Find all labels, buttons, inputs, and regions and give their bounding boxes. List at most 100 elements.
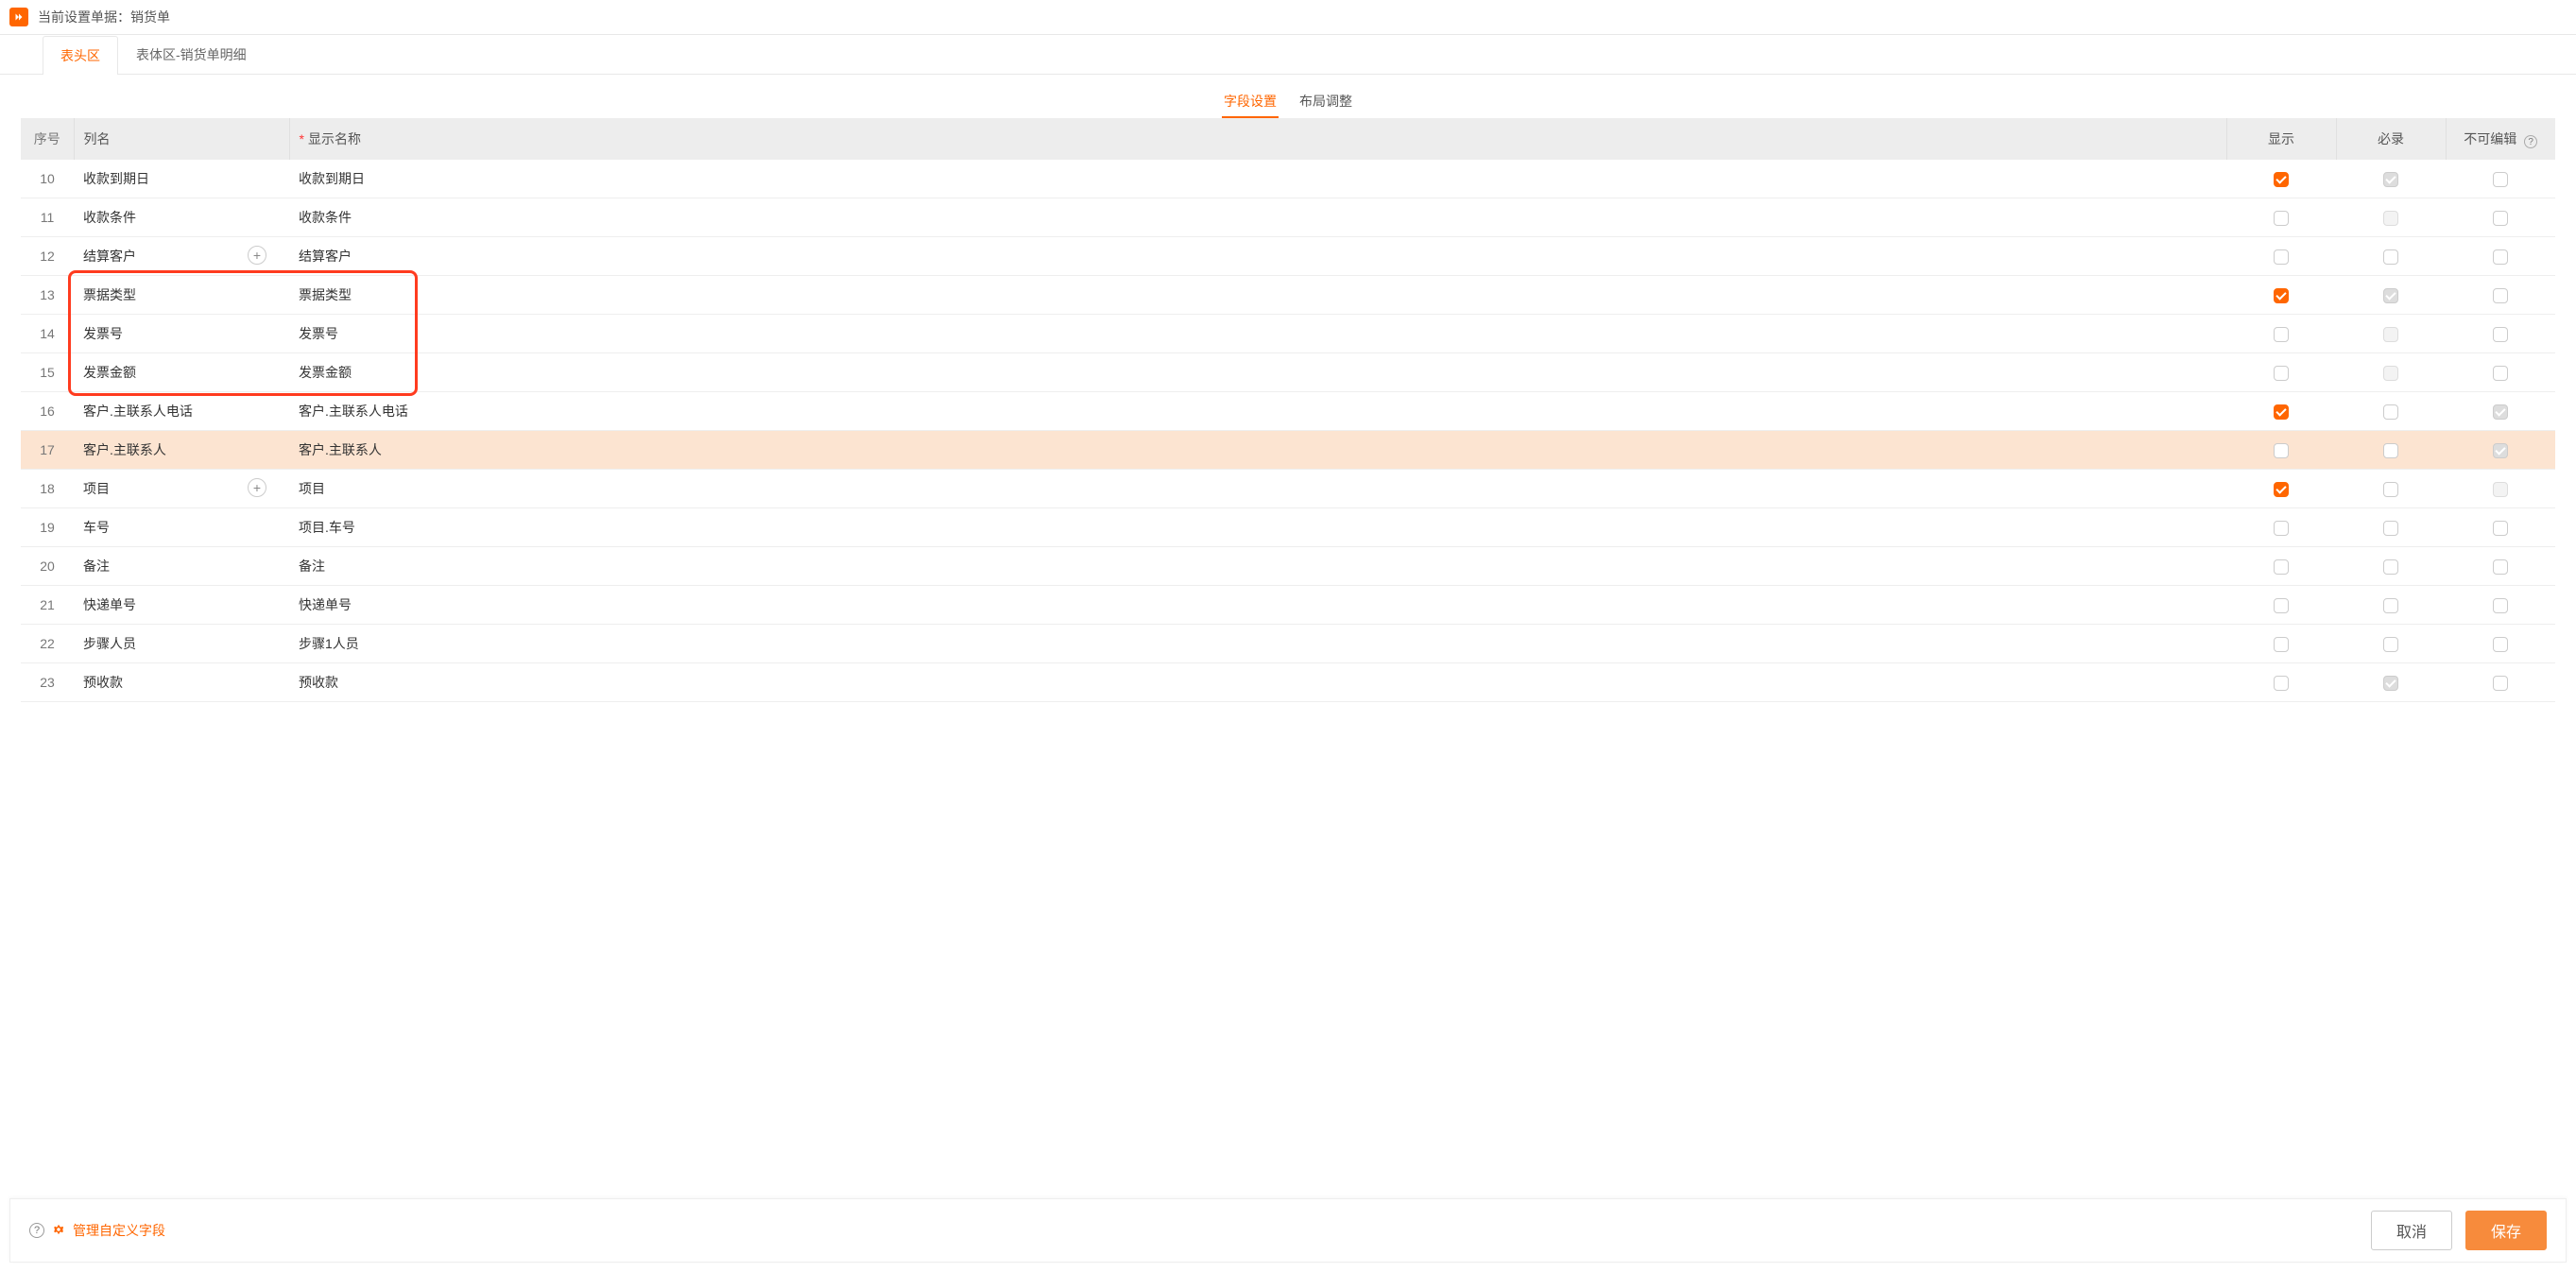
checkbox[interactable] xyxy=(2383,598,2398,613)
cell-display-name[interactable]: 结算客户 xyxy=(289,237,2226,276)
checkbox[interactable] xyxy=(2493,249,2508,265)
checkbox[interactable] xyxy=(2274,482,2289,497)
checkbox[interactable] xyxy=(2274,637,2289,652)
checkbox[interactable] xyxy=(2493,598,2508,613)
cell-display-name[interactable]: 项目 xyxy=(289,470,2226,508)
tab-0[interactable]: 表头区 xyxy=(43,36,118,75)
field-name-label: 项目 xyxy=(83,481,110,496)
checkbox[interactable] xyxy=(2383,482,2398,497)
checkbox[interactable] xyxy=(2383,559,2398,575)
cell-readonly xyxy=(2446,315,2555,353)
cell-display-name[interactable]: 步骤1人员 xyxy=(289,625,2226,663)
cell-display-name[interactable]: 发票金额 xyxy=(289,353,2226,392)
cell-name: 步骤人员 xyxy=(74,625,289,663)
cell-display-name[interactable]: 项目.车号 xyxy=(289,508,2226,547)
cell-display-name[interactable]: 备注 xyxy=(289,547,2226,586)
table-row: 14发票号发票号 xyxy=(21,315,2555,353)
cell-seq: 23 xyxy=(21,663,74,702)
cell-display-name[interactable]: 收款条件 xyxy=(289,198,2226,237)
cell-display-name[interactable]: 收款到期日 xyxy=(289,160,2226,198)
cell-readonly xyxy=(2446,431,2555,470)
cell-seq: 19 xyxy=(21,508,74,547)
table-row: 23预收款预收款 xyxy=(21,663,2555,702)
collapse-panel-button[interactable] xyxy=(9,8,28,26)
cell-display-name[interactable]: 快递单号 xyxy=(289,586,2226,625)
checkbox[interactable] xyxy=(2493,676,2508,691)
checkbox[interactable] xyxy=(2274,288,2289,303)
cell-name: 收款条件 xyxy=(74,198,289,237)
cell-seq: 13 xyxy=(21,276,74,315)
cell-show xyxy=(2226,160,2336,198)
checkbox[interactable] xyxy=(2274,404,2289,420)
table-row: 13票据类型票据类型 xyxy=(21,276,2555,315)
checkbox[interactable] xyxy=(2274,676,2289,691)
cell-display-name[interactable]: 预收款 xyxy=(289,663,2226,702)
checkbox[interactable] xyxy=(2383,404,2398,420)
checkbox[interactable] xyxy=(2274,249,2289,265)
checkbox[interactable] xyxy=(2493,521,2508,536)
col-header-readonly: 不可编辑 ? xyxy=(2446,118,2555,160)
topbar: 当前设置单据：销货单 xyxy=(0,0,2576,35)
cell-display-name[interactable]: 票据类型 xyxy=(289,276,2226,315)
cell-display-name[interactable]: 客户.主联系人电话 xyxy=(289,392,2226,431)
checkbox[interactable] xyxy=(2493,366,2508,381)
cell-required xyxy=(2336,431,2446,470)
cell-name: 快递单号 xyxy=(74,586,289,625)
checkbox[interactable] xyxy=(2274,172,2289,187)
cell-seq: 12 xyxy=(21,237,74,276)
cell-required xyxy=(2336,625,2446,663)
cell-readonly xyxy=(2446,160,2555,198)
checkbox[interactable] xyxy=(2383,443,2398,458)
save-button[interactable]: 保存 xyxy=(2465,1211,2547,1250)
cell-name: 结算客户 + xyxy=(74,237,289,276)
checkbox[interactable] xyxy=(2493,288,2508,303)
cell-name: 客户.主联系人电话 xyxy=(74,392,289,431)
col-header-display-label: 显示名称 xyxy=(308,131,361,146)
field-name-label: 结算客户 xyxy=(83,249,136,264)
sub-tabs: 字段设置布局调整 xyxy=(0,75,2576,118)
checkbox[interactable] xyxy=(2274,521,2289,536)
field-name-label: 收款到期日 xyxy=(83,171,149,186)
cell-show xyxy=(2226,508,2336,547)
checkbox xyxy=(2383,288,2398,303)
cell-display-name[interactable]: 发票号 xyxy=(289,315,2226,353)
cell-readonly xyxy=(2446,586,2555,625)
checkbox[interactable] xyxy=(2274,559,2289,575)
cell-required xyxy=(2336,508,2446,547)
checkbox[interactable] xyxy=(2274,443,2289,458)
table-row: 20备注备注 xyxy=(21,547,2555,586)
add-sub-field-button[interactable]: + xyxy=(248,478,266,497)
checkbox[interactable] xyxy=(2493,211,2508,226)
cell-show xyxy=(2226,198,2336,237)
subtab-0[interactable]: 字段设置 xyxy=(1222,86,1279,118)
cancel-button[interactable]: 取消 xyxy=(2371,1211,2452,1250)
checkbox[interactable] xyxy=(2274,598,2289,613)
checkbox[interactable] xyxy=(2493,637,2508,652)
field-name-label: 步骤人员 xyxy=(83,636,136,651)
checkbox[interactable] xyxy=(2383,637,2398,652)
checkbox[interactable] xyxy=(2383,521,2398,536)
cell-show xyxy=(2226,237,2336,276)
checkbox[interactable] xyxy=(2493,327,2508,342)
checkbox[interactable] xyxy=(2274,366,2289,381)
cell-seq: 10 xyxy=(21,160,74,198)
help-footer-icon[interactable]: ? xyxy=(29,1223,44,1238)
add-sub-field-button[interactable]: + xyxy=(248,246,266,265)
checkbox[interactable] xyxy=(2493,559,2508,575)
cell-display-name[interactable]: 客户.主联系人 xyxy=(289,431,2226,470)
table-row: 17客户.主联系人客户.主联系人 xyxy=(21,431,2555,470)
cell-readonly xyxy=(2446,508,2555,547)
checkbox[interactable] xyxy=(2274,211,2289,226)
checkbox[interactable] xyxy=(2493,172,2508,187)
checkbox[interactable] xyxy=(2383,249,2398,265)
cell-required xyxy=(2336,586,2446,625)
subtab-1[interactable]: 布局调整 xyxy=(1297,86,1354,118)
cell-readonly xyxy=(2446,392,2555,431)
help-icon[interactable]: ? xyxy=(2524,135,2537,148)
manage-custom-fields-link[interactable]: 管理自定义字段 xyxy=(73,1221,165,1240)
checkbox[interactable] xyxy=(2274,327,2289,342)
cell-show xyxy=(2226,276,2336,315)
tab-1[interactable]: 表体区-销货单明细 xyxy=(118,35,265,74)
topbar-title: 当前设置单据：销货单 xyxy=(38,8,170,26)
table-row: 12 结算客户 + 结算客户 xyxy=(21,237,2555,276)
